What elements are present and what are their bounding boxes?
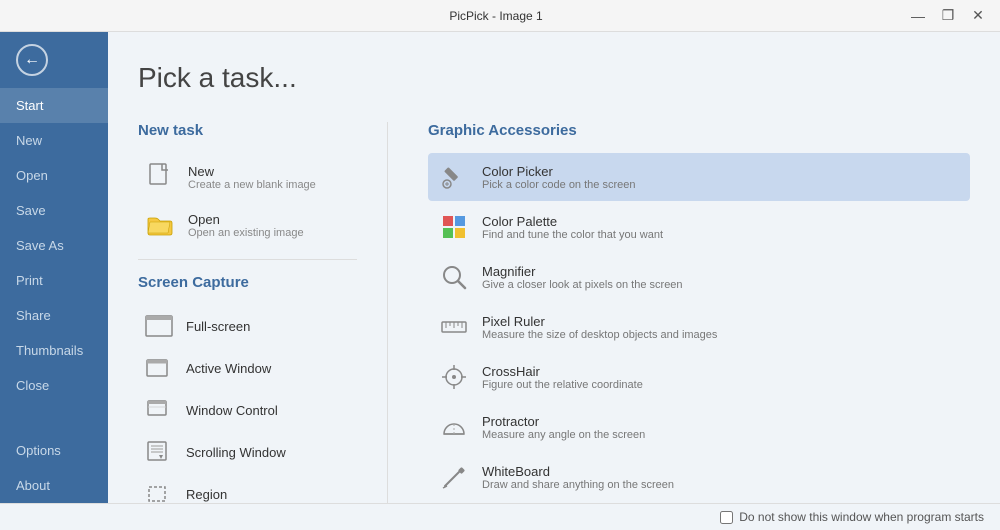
close-window-button[interactable]: ✕ [964, 2, 992, 30]
crosshair-icon [440, 363, 468, 391]
accessory-text-whiteboard: WhiteBoard Draw and share anything on th… [482, 464, 674, 491]
task-desc-new: Create a new blank image [188, 179, 316, 191]
sidebar-item-start[interactable]: Start [0, 88, 108, 123]
no-show-checkbox[interactable] [720, 511, 733, 524]
no-show-label[interactable]: Do not show this window when program sta… [720, 510, 984, 524]
fullscreen-icon [144, 311, 174, 341]
window-control-icon [144, 395, 174, 425]
active-window-icon [144, 353, 174, 383]
restore-button[interactable]: ❐ [934, 2, 962, 30]
capture-name-fullscreen: Full-screen [186, 319, 250, 334]
capture-name-window-control: Window Control [186, 403, 278, 418]
accessory-desc-crosshair: Figure out the relative coordinate [482, 379, 643, 391]
accessory-text-color-palette: Color Palette Find and tune the color th… [482, 214, 663, 241]
accessory-text-protractor: Protractor Measure any angle on the scre… [482, 414, 645, 441]
titlebar: PicPick - Image 1 — ❐ ✕ [0, 0, 1000, 32]
accessory-desc-magnifier: Give a closer look at pixels on the scre… [482, 279, 683, 291]
minimize-button[interactable]: — [904, 2, 932, 30]
accessory-desc-protractor: Measure any angle on the screen [482, 429, 645, 441]
no-show-text: Do not show this window when program sta… [739, 510, 984, 524]
accessory-item-crosshair[interactable]: CrossHair Figure out the relative coordi… [428, 353, 970, 401]
sidebar-item-share[interactable]: Share [0, 298, 108, 333]
app-body: ← Start New Open Save Save As Print Shar… [0, 32, 1000, 503]
whiteboard-icon [440, 463, 468, 491]
accessory-text-pixel-ruler: Pixel Ruler Measure the size of desktop … [482, 314, 717, 341]
bottom-bar: Do not show this window when program sta… [0, 503, 1000, 530]
accessory-name-crosshair: CrossHair [482, 364, 643, 379]
color-picker-icon [440, 163, 468, 191]
accessory-desc-color-picker: Pick a color code on the screen [482, 179, 635, 191]
accessory-item-whiteboard[interactable]: WhiteBoard Draw and share anything on th… [428, 453, 970, 501]
accessory-name-color-picker: Color Picker [482, 164, 635, 179]
sidebar-nav: Start New Open Save Save As Print Share … [0, 88, 108, 503]
capture-item-region[interactable]: Region [138, 473, 357, 503]
task-item-open[interactable]: Open Open an existing image [138, 201, 357, 249]
left-column: New task New Create a new blank image [138, 122, 388, 503]
capture-item-active-window[interactable]: Active Window [138, 347, 357, 389]
accessory-item-color-palette[interactable]: Color Palette Find and tune the color th… [428, 203, 970, 251]
region-icon [144, 479, 174, 503]
page-title: Pick a task... [138, 62, 970, 94]
accessory-name-protractor: Protractor [482, 414, 645, 429]
sidebar-item-thumbnails[interactable]: Thumbnails [0, 333, 108, 368]
accessory-item-color-picker[interactable]: Color Picker Pick a color code on the sc… [428, 153, 970, 201]
sidebar-item-options[interactable]: Options [0, 433, 108, 468]
main-content: Pick a task... New task New Create a ne [108, 32, 1000, 503]
accessory-name-whiteboard: WhiteBoard [482, 464, 674, 479]
task-name-new: New [188, 164, 316, 179]
scrolling-window-icon [144, 437, 174, 467]
accessory-text-crosshair: CrossHair Figure out the relative coordi… [482, 364, 643, 391]
sidebar-back: ← [0, 32, 108, 88]
task-text-new: New Create a new blank image [188, 164, 316, 191]
sidebar-item-close[interactable]: Close [0, 368, 108, 403]
capture-item-window-control[interactable]: Window Control [138, 389, 357, 431]
sidebar-item-print[interactable]: Print [0, 263, 108, 298]
screen-capture-section-title: Screen Capture [138, 274, 357, 291]
accessory-desc-pixel-ruler: Measure the size of desktop objects and … [482, 329, 717, 341]
open-folder-icon [144, 209, 176, 241]
color-palette-icon [440, 213, 468, 241]
back-button[interactable]: ← [16, 44, 48, 76]
accessory-desc-whiteboard: Draw and share anything on the screen [482, 479, 674, 491]
accessory-desc-color-palette: Find and tune the color that you want [482, 229, 663, 241]
task-item-new[interactable]: New Create a new blank image [138, 153, 357, 201]
accessory-name-pixel-ruler: Pixel Ruler [482, 314, 717, 329]
back-icon: ← [24, 51, 40, 69]
accessory-text-color-picker: Color Picker Pick a color code on the sc… [482, 164, 635, 191]
accessory-item-pixel-ruler[interactable]: Pixel Ruler Measure the size of desktop … [428, 303, 970, 351]
accessory-item-magnifier[interactable]: Magnifier Give a closer look at pixels o… [428, 253, 970, 301]
sidebar-item-save[interactable]: Save [0, 193, 108, 228]
section-divider [138, 259, 357, 260]
sidebar-item-open[interactable]: Open [0, 158, 108, 193]
capture-name-active-window: Active Window [186, 361, 271, 376]
task-name-open: Open [188, 212, 304, 227]
task-desc-open: Open an existing image [188, 227, 304, 239]
titlebar-title: PicPick - Image 1 [88, 9, 904, 23]
capture-name-scrolling-window: Scrolling Window [186, 445, 286, 460]
titlebar-controls: — ❐ ✕ [904, 2, 992, 30]
sidebar: ← Start New Open Save Save As Print Shar… [0, 32, 108, 503]
accessory-item-protractor[interactable]: Protractor Measure any angle on the scre… [428, 403, 970, 451]
graphic-accessories-title: Graphic Accessories [428, 122, 970, 139]
magnifier-icon [440, 263, 468, 291]
pixel-ruler-icon [440, 313, 468, 341]
sidebar-item-save-as[interactable]: Save As [0, 228, 108, 263]
capture-name-region: Region [186, 487, 227, 502]
sidebar-item-about[interactable]: About [0, 468, 108, 503]
sidebar-item-new[interactable]: New [0, 123, 108, 158]
new-task-section-title: New task [138, 122, 357, 139]
accessory-text-magnifier: Magnifier Give a closer look at pixels o… [482, 264, 683, 291]
protractor-icon [440, 413, 468, 441]
capture-item-fullscreen[interactable]: Full-screen [138, 305, 357, 347]
task-text-open: Open Open an existing image [188, 212, 304, 239]
capture-item-scrolling-window[interactable]: Scrolling Window [138, 431, 357, 473]
accessory-name-color-palette: Color Palette [482, 214, 663, 229]
accessory-name-magnifier: Magnifier [482, 264, 683, 279]
new-file-icon [144, 161, 176, 193]
content-columns: New task New Create a new blank image [138, 122, 970, 503]
right-column: Graphic Accessories Color Picker Pick [428, 122, 970, 503]
